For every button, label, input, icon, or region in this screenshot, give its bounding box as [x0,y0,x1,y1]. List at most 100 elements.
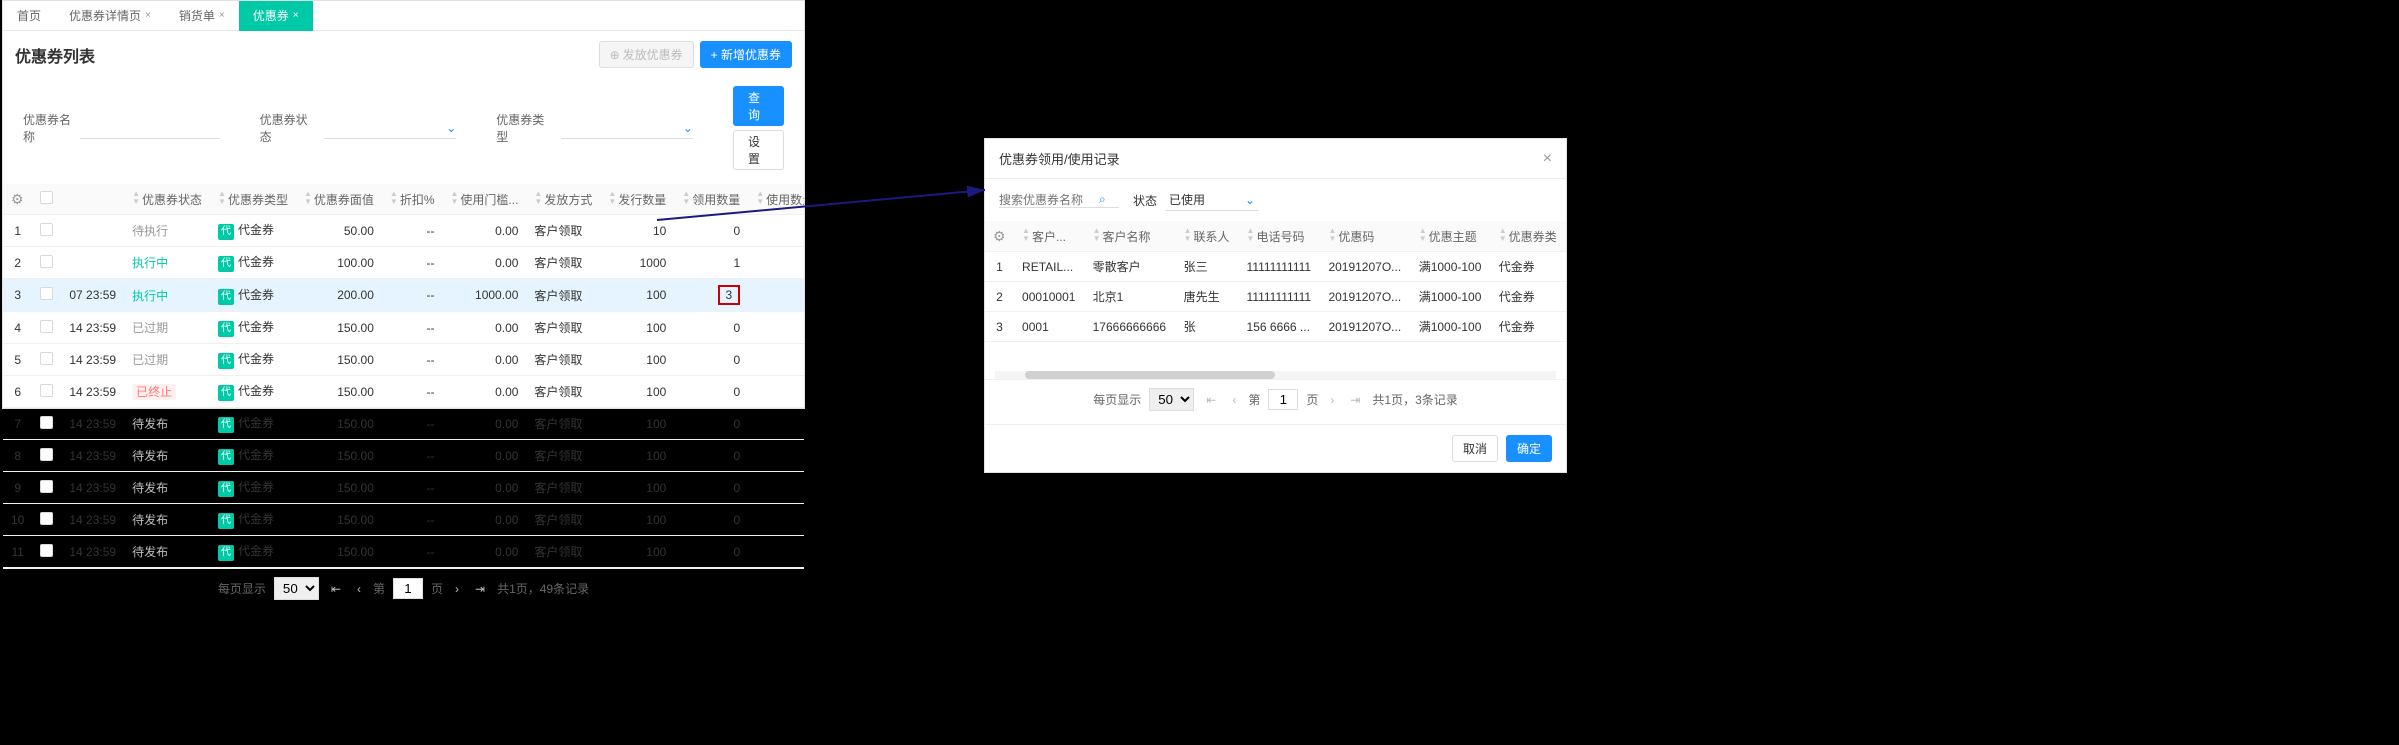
column-header[interactable]: ▲▼客户名称 [1085,221,1176,252]
column-header[interactable]: ▲▼领用数量 [674,184,748,215]
table-row[interactable]: 1 RETAIL... 零散客户 张三 11111111111 20191207… [985,252,1566,282]
column-header[interactable]: ⚙ [3,184,32,215]
highlighted-value[interactable]: 3 [718,285,741,305]
column-header[interactable]: ▲▼发放方式 [526,184,600,215]
row-checkbox[interactable] [40,512,53,525]
claim-cell[interactable]: 0 [674,215,748,247]
claim-cell[interactable]: 0 [674,536,748,568]
next-page-icon[interactable]: › [1326,393,1338,407]
claim-cell[interactable]: 0 [674,504,748,536]
per-page-select[interactable]: 50 [1149,388,1194,411]
column-header[interactable]: ▲▼折扣% [382,184,443,215]
search-input[interactable] [999,193,1099,207]
settings-button[interactable]: 设置 [733,130,784,170]
table-row[interactable]: 4 14 23:59 已过期 代代金券 150.00 -- 0.00 客户领取 … [3,312,804,344]
table-row[interactable]: 11 14 23:59 待发布 代代金券 150.00 -- 0.00 客户领取… [3,536,804,568]
claim-cell[interactable]: 0 [674,312,748,344]
sort-icon[interactable]: ▲▼ [534,190,542,206]
sort-icon[interactable]: ▲▼ [756,190,764,206]
select-all-checkbox[interactable] [40,191,53,204]
table-row[interactable]: 3 0001 17666666666 张 156 6666 ... 201912… [985,312,1566,342]
close-icon[interactable]: × [219,1,225,31]
sort-icon[interactable]: ▲▼ [390,190,398,206]
row-checkbox[interactable] [40,384,53,397]
column-header[interactable]: ▲▼优惠主题 [1411,221,1491,252]
column-header[interactable]: ▲▼使用门槛... [442,184,526,215]
sort-icon[interactable]: ▲▼ [132,190,140,206]
confirm-button[interactable]: 确定 [1506,435,1552,462]
column-header[interactable]: ▲▼使用数量 [748,184,804,215]
sort-icon[interactable]: ▲▼ [1328,227,1336,243]
distribute-button[interactable]: ⊕发放优惠券 [599,41,694,68]
page-input[interactable] [1268,389,1298,410]
row-checkbox[interactable] [40,416,53,429]
claim-cell[interactable]: 0 [674,472,748,504]
column-header[interactable] [32,184,61,215]
table-row[interactable]: 3 07 23:59 执行中 代代金券 200.00 -- 1000.00 客户… [3,279,804,312]
first-page-icon[interactable]: ⇤ [327,582,345,596]
table-row[interactable]: 7 14 23:59 待发布 代代金券 150.00 -- 0.00 客户领取 … [3,408,804,440]
column-header[interactable]: ▲▼联系人 [1176,221,1239,252]
sort-icon[interactable]: ▲▼ [1247,227,1255,243]
claim-cell[interactable]: 0 [674,440,748,472]
row-checkbox[interactable] [40,320,53,333]
row-checkbox[interactable] [40,352,53,365]
close-icon[interactable]: × [1543,150,1552,168]
status-filter-select[interactable]: 已使用 ⌄ [1165,189,1259,211]
row-checkbox[interactable] [40,480,53,493]
tab[interactable]: 首页 [3,1,55,31]
filter-name-input[interactable] [80,117,220,139]
column-header[interactable]: ▲▼客户... [1014,221,1085,252]
add-coupon-button[interactable]: + 新增优惠券 [700,41,792,68]
prev-page-icon[interactable]: ‹ [353,582,365,596]
table-row[interactable]: 2 执行中 代代金券 100.00 -- 0.00 客户领取 1000 1 0 … [3,247,804,279]
column-header[interactable]: ▲▼优惠码 [1320,221,1410,252]
horizontal-scrollbar[interactable] [995,371,1556,379]
page-input[interactable] [393,578,423,599]
sort-icon[interactable]: ▲▼ [304,190,312,206]
sort-icon[interactable]: ▲▼ [682,190,690,206]
sort-icon[interactable]: ▲▼ [218,190,226,206]
per-page-select[interactable]: 50 [274,577,319,600]
sort-icon[interactable]: ▲▼ [450,190,458,206]
sort-icon[interactable]: ▲▼ [1093,227,1101,243]
search-icon[interactable]: ⌕ [1099,192,1106,207]
close-icon[interactable]: × [145,1,151,31]
row-checkbox[interactable] [40,255,53,268]
filter-type-select[interactable]: ⌄ [561,117,693,139]
table-row[interactable]: 5 14 23:59 已过期 代代金券 150.00 -- 0.00 客户领取 … [3,344,804,376]
close-icon[interactable]: × [293,1,299,31]
row-checkbox[interactable] [40,448,53,461]
row-checkbox[interactable] [40,544,53,557]
column-header[interactable]: ▲▼优惠券类型 [210,184,296,215]
column-header[interactable]: ▲▼电话号码 [1239,221,1321,252]
table-row[interactable]: 1 待执行 代代金券 50.00 -- 0.00 客户领取 10 0 0 ↗▦ [3,215,804,247]
row-checkbox[interactable] [40,223,53,236]
table-row[interactable]: 8 14 23:59 待发布 代代金券 150.00 -- 0.00 客户领取 … [3,440,804,472]
next-page-icon[interactable]: › [451,582,463,596]
table-row[interactable]: 2 00010001 北京1 唐先生 11111111111 20191207O… [985,282,1566,312]
row-checkbox[interactable] [40,287,53,300]
table-row[interactable]: 9 14 23:59 待发布 代代金券 150.00 -- 0.00 客户领取 … [3,472,804,504]
column-header[interactable]: ⚙ [985,221,1014,252]
table-row[interactable]: 10 14 23:59 待发布 代代金券 150.00 -- 0.00 客户领取… [3,504,804,536]
sort-icon[interactable]: ▲▼ [1184,227,1192,243]
column-header[interactable]: ▲▼优惠券状态 [124,184,210,215]
last-page-icon[interactable]: ⇥ [471,582,489,596]
column-header[interactable]: ▲▼优惠券类 [1491,221,1566,252]
filter-status-select[interactable]: ⌄ [324,117,456,139]
first-page-icon[interactable]: ⇤ [1202,393,1220,407]
sort-icon[interactable]: ▲▼ [608,190,616,206]
column-header[interactable]: ▲▼发行数量 [600,184,674,215]
query-button[interactable]: 查询 [733,86,784,126]
sort-icon[interactable]: ▲▼ [1499,227,1507,243]
tab[interactable]: 优惠券× [239,1,313,31]
claim-cell[interactable]: 0 [674,376,748,408]
claim-cell[interactable]: 1 [674,247,748,279]
prev-page-icon[interactable]: ‹ [1228,393,1240,407]
gear-icon[interactable]: ⚙ [993,228,1006,244]
last-page-icon[interactable]: ⇥ [1346,393,1364,407]
tab[interactable]: 优惠券详情页× [55,1,165,31]
column-header[interactable]: ▲▼优惠券面值 [296,184,382,215]
cancel-button[interactable]: 取消 [1452,435,1498,462]
